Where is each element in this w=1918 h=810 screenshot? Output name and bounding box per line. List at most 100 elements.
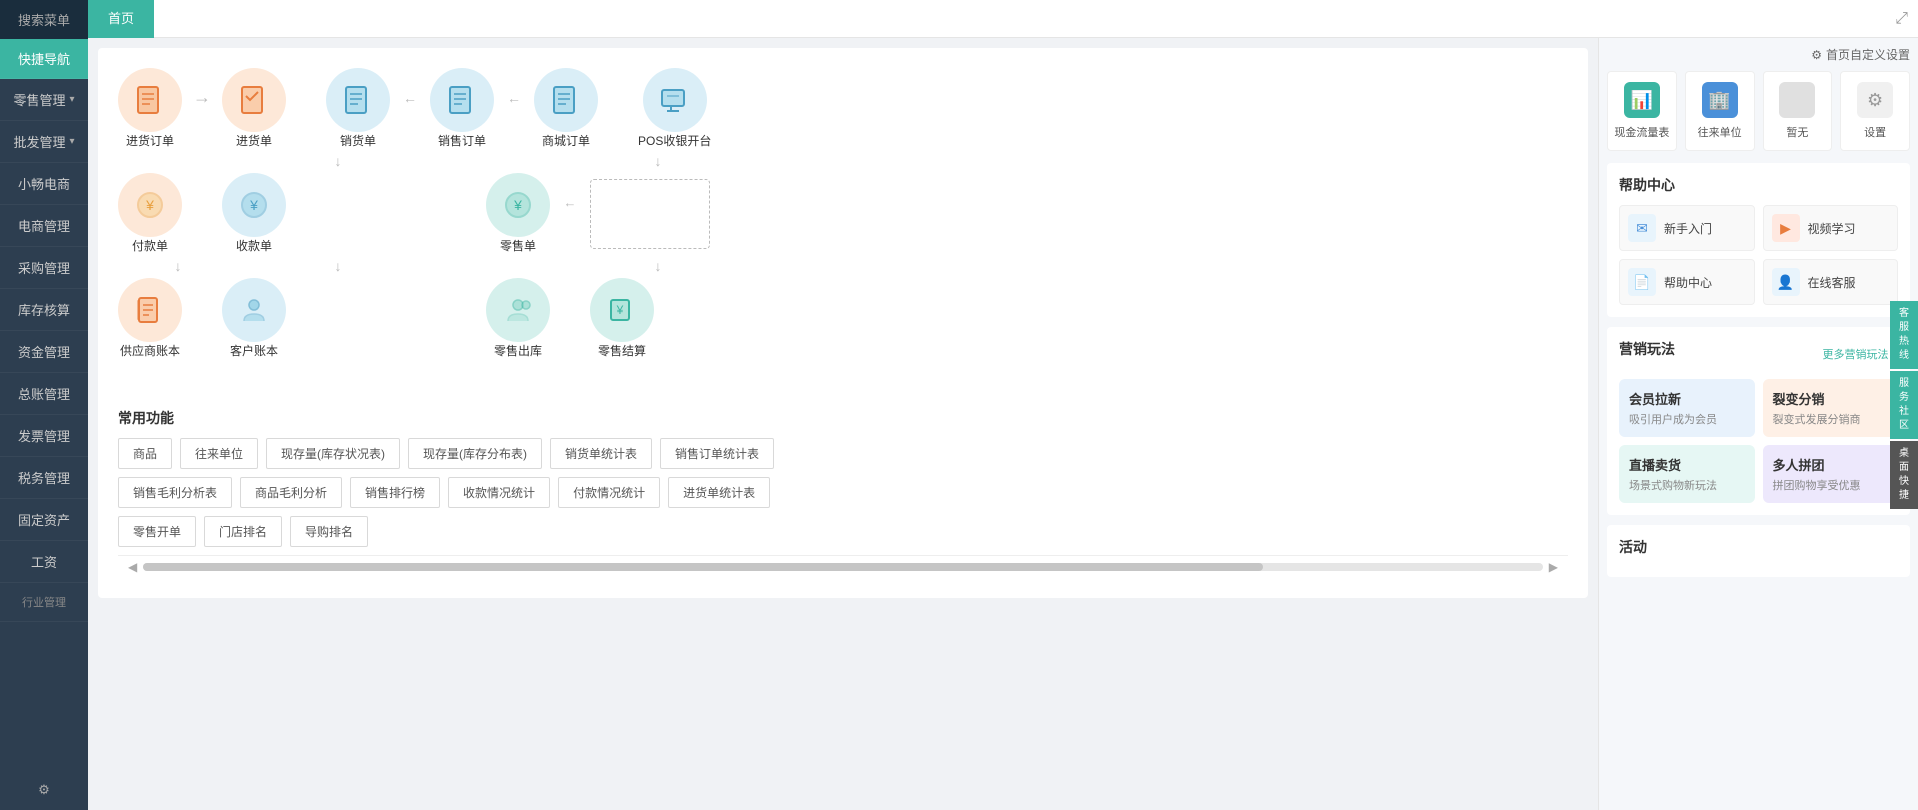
help-item-service[interactable]: 👤 在线客服	[1763, 259, 1899, 305]
sidebar-item-salary[interactable]: 工资	[0, 541, 88, 583]
btn-sales-margin[interactable]: 销售毛利分析表	[118, 477, 232, 508]
group-desc: 拼团购物享受优惠	[1773, 477, 1889, 493]
node-supplier-ledger[interactable]: 供应商账本	[118, 278, 182, 359]
main-area: 首页 ⤢ 进货订单 →	[88, 0, 1918, 810]
sidebar-settings[interactable]: ⚙	[0, 770, 88, 810]
sidebar-item-purchase[interactable]: 采购管理	[0, 247, 88, 289]
node-retail[interactable]: ¥ 零售单	[486, 173, 550, 254]
float-btn-desktop[interactable]: 桌面快捷	[1890, 441, 1918, 509]
spacer-1	[286, 98, 326, 120]
btn-stock-dist[interactable]: 现存量(库存分布表)	[408, 438, 542, 469]
marketing-section: 营销玩法 更多营销玩法 > 会员拉新 吸引用户成为会员 裂变分销 裂变式发展分销…	[1607, 327, 1910, 515]
beginner-icon: ✉	[1628, 214, 1656, 242]
btn-receipt-stat[interactable]: 收款情况统计	[448, 477, 550, 508]
home-settings-bar[interactable]: ⚙ 首页自定义设置	[1607, 46, 1910, 63]
activities-section: 活动	[1607, 525, 1910, 577]
fission-title: 裂变分销	[1773, 389, 1889, 408]
sidebar-item-assets[interactable]: 固定资产	[0, 499, 88, 541]
help-item-video[interactable]: ▶ 视频学习	[1763, 205, 1899, 251]
scroll-bar: ◀ ▶	[118, 555, 1568, 578]
help-item-help[interactable]: 📄 帮助中心	[1619, 259, 1755, 305]
btn-payment-stat[interactable]: 付款情况统计	[558, 477, 660, 508]
sidebar-item-finance[interactable]: 资金管理	[0, 331, 88, 373]
gear-icon: ⚙	[1811, 48, 1822, 62]
node-payment[interactable]: ¥ 付款单	[118, 173, 182, 254]
sidebar-item-more[interactable]: 行业管理	[0, 583, 88, 622]
node-customer-ledger[interactable]: 客户账本	[222, 278, 286, 359]
quick-item-empty[interactable]: 暂无	[1763, 71, 1833, 151]
sidebar-item-ledger[interactable]: 总账管理	[0, 373, 88, 415]
quick-item-cashflow[interactable]: 📊 现金流量表	[1607, 71, 1677, 151]
group-title: 多人拼团	[1773, 455, 1889, 474]
workflow-card: 进货订单 → 进货单	[98, 48, 1588, 598]
live-desc: 场景式购物新玩法	[1629, 477, 1745, 493]
sidebar-item-inventory[interactable]: 库存核算	[0, 289, 88, 331]
sidebar-item-tax[interactable]: 税务管理	[0, 457, 88, 499]
btn-sales-rank[interactable]: 销售排行榜	[350, 477, 440, 508]
marketing-item-member[interactable]: 会员拉新 吸引用户成为会员	[1619, 379, 1755, 437]
common-functions-title: 常用功能	[118, 408, 1568, 428]
home-settings-label: 首页自定义设置	[1826, 46, 1910, 63]
help-center-title: 帮助中心	[1619, 175, 1898, 195]
expand-button[interactable]: ⤢	[1885, 10, 1918, 28]
btn-sales-stat[interactable]: 销货单统计表	[550, 438, 652, 469]
btn-guide-rank[interactable]: 导购排名	[290, 516, 368, 547]
btn-sales-order-stat[interactable]: 销售订单统计表	[660, 438, 774, 469]
float-btn-service[interactable]: 客服热线	[1890, 301, 1918, 369]
sidebar-search[interactable]: 搜索菜单	[0, 0, 88, 39]
sidebar-item-invoice[interactable]: 发票管理	[0, 415, 88, 457]
more-marketing-link[interactable]: 更多营销玩法 >	[1823, 346, 1898, 362]
scroll-left[interactable]: ◀	[128, 560, 137, 574]
btn-product[interactable]: 商品	[118, 438, 172, 469]
help-item-beginner[interactable]: ✉ 新手入门	[1619, 205, 1755, 251]
settings-label: 设置	[1864, 124, 1886, 140]
scroll-track[interactable]	[143, 563, 1543, 571]
node-receipt[interactable]: ¥ 收款单	[222, 173, 286, 254]
sidebar-item-wholesale[interactable]: 批发管理▾	[0, 121, 88, 163]
cashflow-label: 现金流量表	[1614, 124, 1669, 140]
empty-icon	[1779, 82, 1815, 118]
v-arrows-row: ↓ ↓	[118, 149, 1568, 173]
help-grid: ✉ 新手入门 ▶ 视频学习 📄 帮助中心 👤 在线客服	[1619, 205, 1898, 305]
tab-home[interactable]: 首页	[88, 0, 154, 38]
flow-row-1: 进货订单 → 进货单	[118, 68, 1568, 149]
node-mall-order[interactable]: 商城订单	[534, 68, 598, 149]
scroll-right[interactable]: ▶	[1549, 560, 1558, 574]
btn-product-margin[interactable]: 商品毛利分析	[240, 477, 342, 508]
btn-partner[interactable]: 往来单位	[180, 438, 258, 469]
btn-purchase-stat[interactable]: 进货单统计表	[668, 477, 770, 508]
arrow-2: ←	[390, 90, 430, 128]
svg-text:¥: ¥	[513, 197, 522, 213]
svg-text:¥: ¥	[249, 197, 258, 213]
cashflow-icon: 📊	[1624, 82, 1660, 118]
marketing-title: 营销玩法	[1619, 339, 1675, 359]
arrow-3: ←	[494, 90, 534, 128]
help-icon: 📄	[1628, 268, 1656, 296]
node-retail-settlement[interactable]: ¥ 零售结算	[590, 278, 654, 359]
sidebar-nav-quicklink[interactable]: 快捷导航	[0, 39, 88, 79]
marketing-item-group[interactable]: 多人拼团 拼团购物享受优惠	[1763, 445, 1899, 503]
flow-row-3: 供应商账本 客户账本	[118, 278, 1568, 359]
function-buttons-3: 零售开单 门店排名 导购排名	[118, 516, 1568, 547]
node-sales-order[interactable]: 销售订单	[430, 68, 494, 149]
node-pos[interactable]: POS收银开台	[638, 68, 711, 149]
node-purchase[interactable]: 进货单	[222, 68, 286, 149]
node-retail-outbound[interactable]: 零售出库	[486, 278, 550, 359]
marketing-item-fission[interactable]: 裂变分销 裂变式发展分销商	[1763, 379, 1899, 437]
float-btn-community[interactable]: 服务社区	[1890, 371, 1918, 439]
left-panel: 进货订单 → 进货单	[88, 38, 1598, 810]
help-center-section: 帮助中心 ✉ 新手入门 ▶ 视频学习 📄 帮助中心 👤	[1607, 163, 1910, 317]
btn-store-rank[interactable]: 门店排名	[204, 516, 282, 547]
sidebar-item-retail[interactable]: 零售管理▾	[0, 79, 88, 121]
marketing-item-live[interactable]: 直播卖货 场景式购物新玩法	[1619, 445, 1755, 503]
btn-retail-order[interactable]: 零售开单	[118, 516, 196, 547]
quick-item-partner[interactable]: 🏢 往来单位	[1685, 71, 1755, 151]
node-purchase-order[interactable]: 进货订单	[118, 68, 182, 149]
quick-item-settings[interactable]: ⚙ 设置	[1840, 71, 1910, 151]
sidebar-item-ecommerce-small[interactable]: 小畅电商	[0, 163, 88, 205]
sidebar-item-ecommerce[interactable]: 电商管理	[0, 205, 88, 247]
function-buttons: 商品 往来单位 现存量(库存状况表) 现存量(库存分布表) 销货单统计表 销售订…	[118, 438, 1568, 469]
node-sales[interactable]: 销货单	[326, 68, 390, 149]
empty-label: 暂无	[1786, 124, 1808, 140]
btn-stock-status[interactable]: 现存量(库存状况表)	[266, 438, 400, 469]
